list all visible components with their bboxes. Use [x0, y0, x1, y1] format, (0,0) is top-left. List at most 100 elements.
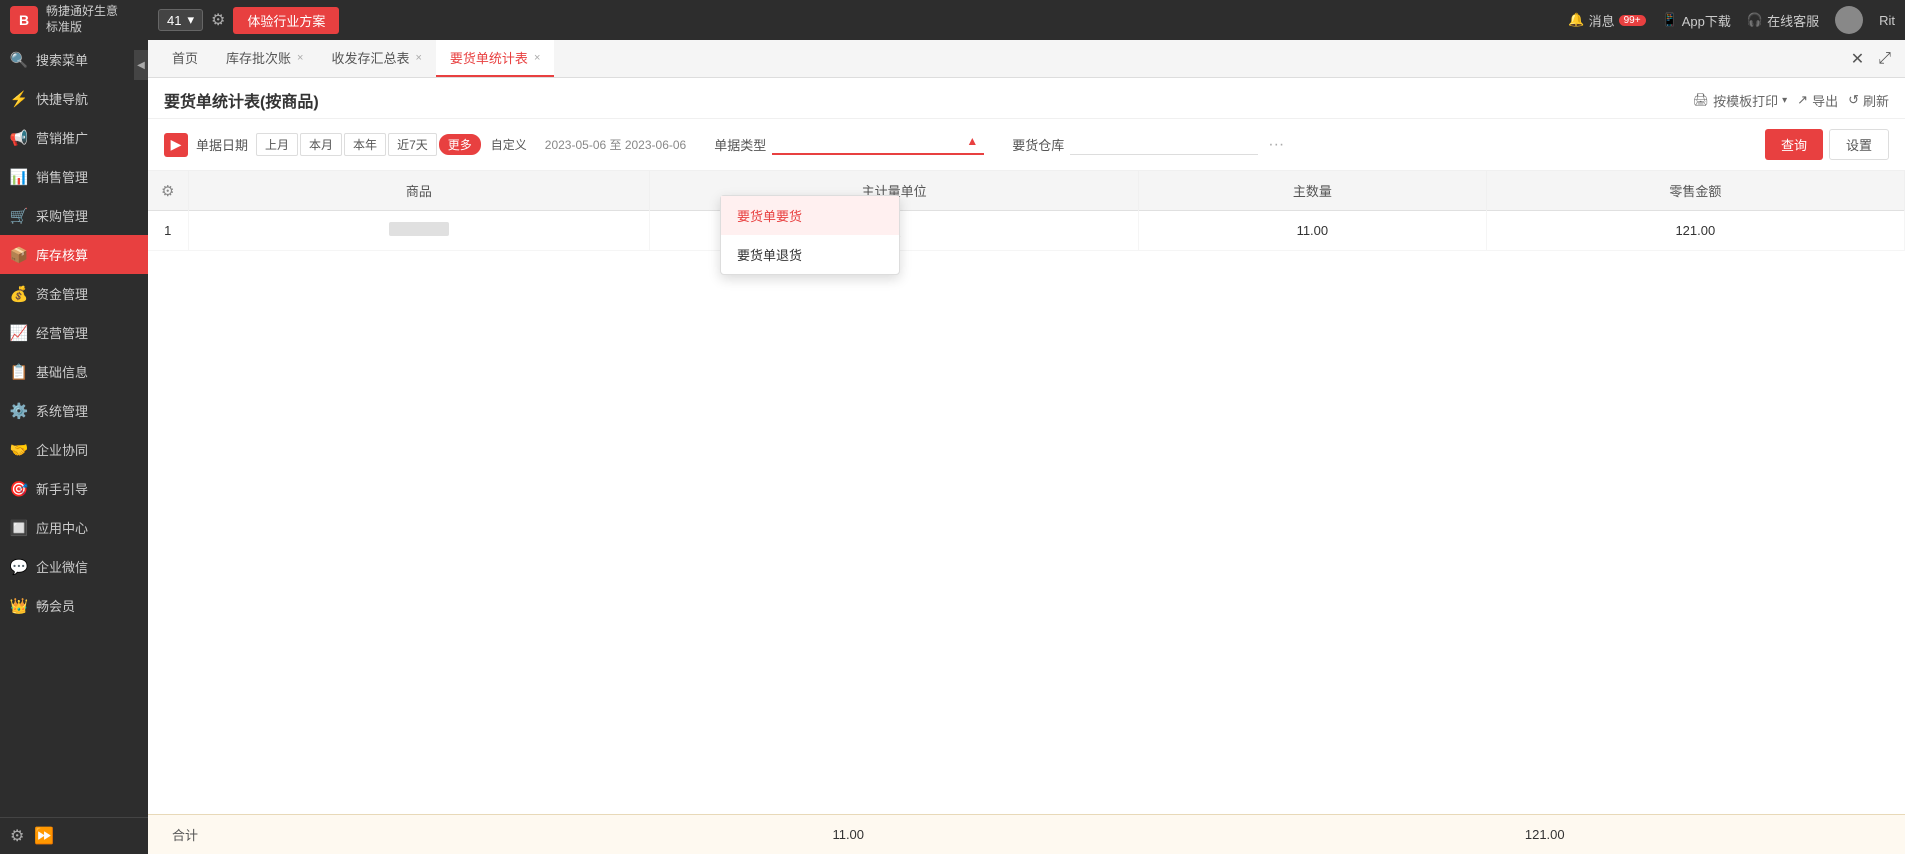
date-btn-last-month[interactable]: 上月: [256, 133, 298, 156]
sidebar-item-inventory[interactable]: 📦 库存核算: [0, 235, 148, 274]
sidebar-collapse-icon[interactable]: ⏩: [34, 826, 54, 846]
sidebar-item-quicknav[interactable]: ⚡ 快捷导航: [0, 79, 148, 118]
filter-expand-btn[interactable]: ▶: [164, 133, 188, 157]
app-download-btn[interactable]: 📱 App下载: [1662, 11, 1731, 30]
sidebar-item-enterprise[interactable]: 🤝 企业协同: [0, 430, 148, 469]
page-content: 要货单统计表(按商品) 🖨 按模板打印 ▾ ↗ 导出 ↺ 刷新: [148, 78, 1905, 854]
quicknav-icon: ⚡: [10, 90, 28, 108]
store-selector[interactable]: 41 ▾: [158, 9, 203, 31]
content-area: 首页 库存批次账 × 收发存汇总表 × 要货单统计表 × ✕ ⤢ 要: [148, 40, 1905, 854]
dropdown-item-order-goods[interactable]: 要货单要货: [721, 196, 899, 235]
column-settings-btn[interactable]: ⚙: [161, 182, 174, 200]
dropdown-item-order-return[interactable]: 要货单退货: [721, 235, 899, 274]
filter-settings-btn[interactable]: 设置: [1829, 129, 1889, 160]
sidebar-item-system[interactable]: ⚙️ 系统管理: [0, 391, 148, 430]
filter-date-buttons: 上月 本月 本年 近7天 更多 自定义: [256, 133, 535, 156]
sidebar-sales-label: 销售管理: [36, 167, 88, 186]
tab-bar-actions: ✕ ⤢: [1847, 47, 1895, 71]
date-btn-this-year[interactable]: 本年: [344, 133, 386, 156]
sidebar-search-label: 搜索菜单: [36, 50, 88, 69]
sidebar-item-sales[interactable]: 📊 销售管理: [0, 157, 148, 196]
page-actions: 🖨 按模板打印 ▾ ↗ 导出 ↺ 刷新: [1693, 91, 1889, 110]
header-middle: 41 ▾ ⚙ 体验行业方案: [158, 7, 1568, 34]
user-avatar[interactable]: [1835, 6, 1863, 34]
print-template-btn[interactable]: 🖨 按模板打印 ▾: [1693, 91, 1788, 110]
sidebar-item-finance[interactable]: 💰 资金管理: [0, 274, 148, 313]
tab-close-order-stats[interactable]: ×: [534, 52, 540, 64]
sidebar-guide-label: 新手引导: [36, 479, 88, 498]
system-icon: ⚙️: [10, 402, 28, 420]
app-download-label: App下载: [1682, 11, 1731, 30]
sidebar-item-basic[interactable]: 📋 基础信息: [0, 352, 148, 391]
print-icon: 🖨: [1693, 92, 1710, 108]
refresh-btn[interactable]: ↺ 刷新: [1848, 91, 1889, 110]
filter-bar: ▶ 单据日期 上月 本月 本年 近7天 更多 自定义 2023-05-06 至 …: [148, 119, 1905, 171]
headset-icon: 🎧: [1747, 12, 1763, 28]
sidebar-enterprise-label: 企业协同: [36, 440, 88, 459]
footer-amount: 121.00: [1495, 827, 1595, 842]
logo-name: 畅捷通好生意: [46, 4, 118, 20]
date-btn-more[interactable]: 更多: [439, 134, 481, 155]
th-amount: 零售金额: [1486, 171, 1904, 211]
sidebar-bottom: ⚙ ⏩: [0, 817, 148, 854]
export-icon: ↗: [1797, 92, 1808, 108]
guide-icon: 🎯: [10, 480, 28, 498]
tab-close-receive-summary[interactable]: ×: [415, 52, 421, 64]
warehouse-input[interactable]: [1070, 135, 1258, 155]
table-container: ⚙ 商品 主计量单位 主数量 零售金额 1: [148, 171, 1905, 814]
inventory-icon: 📦: [10, 246, 28, 264]
basic-icon: 📋: [10, 363, 28, 381]
th-product: 商品: [188, 171, 650, 211]
sidebar-item-member[interactable]: 👑 畅会员: [0, 586, 148, 625]
date-btn-custom[interactable]: 自定义: [483, 134, 535, 155]
type-label: 单据类型: [714, 135, 766, 154]
sidebar-item-wechat[interactable]: 💬 企业微信: [0, 547, 148, 586]
product-name-blurred: [389, 222, 449, 236]
type-input[interactable]: [772, 134, 984, 155]
tab-order-stats[interactable]: 要货单统计表 ×: [436, 40, 554, 77]
sidebar: ◀ 🔍 搜索菜单 ⚡ 快捷导航 📢 营销推广 📊 销售管理 🛒 采购管理 📦 库…: [0, 40, 148, 854]
footer-qty: 11.00: [798, 827, 898, 842]
top-header: B 畅捷通好生意 标准版 41 ▾ ⚙ 体验行业方案 🔔 消息 99+ 📱 Ap…: [0, 0, 1905, 40]
logo-area: B 畅捷通好生意 标准版: [10, 4, 158, 35]
tab-close-inventory-batch[interactable]: ×: [297, 52, 303, 64]
warehouse-more-icon[interactable]: ···: [1268, 136, 1284, 154]
sidebar-item-appcenter[interactable]: 🔲 应用中心: [0, 508, 148, 547]
notifications-label: 消息: [1589, 11, 1615, 30]
settings-icon[interactable]: ⚙: [211, 10, 225, 30]
sales-icon: 📊: [10, 168, 28, 186]
sidebar-quicknav-label: 快捷导航: [36, 89, 88, 108]
online-service-btn[interactable]: 🎧 在线客服: [1747, 11, 1819, 30]
member-icon: 👑: [10, 597, 28, 615]
sidebar-item-marketing[interactable]: 📢 营销推广: [0, 118, 148, 157]
tab-inventory-batch[interactable]: 库存批次账 ×: [212, 40, 317, 77]
logo-edition: 标准版: [46, 20, 118, 36]
query-btn[interactable]: 查询: [1765, 129, 1823, 160]
sidebar-collapse-btn[interactable]: ◀: [134, 50, 148, 80]
sidebar-item-business[interactable]: 📈 经营管理: [0, 313, 148, 352]
print-arrow-icon: ▾: [1782, 95, 1787, 106]
notifications-badge: 99+: [1619, 15, 1646, 26]
export-btn[interactable]: ↗ 导出: [1797, 91, 1838, 110]
sidebar-settings-icon[interactable]: ⚙: [10, 826, 24, 846]
online-service-label: 在线客服: [1767, 11, 1819, 30]
sidebar-item-purchase[interactable]: 🛒 采购管理: [0, 196, 148, 235]
sidebar-item-guide[interactable]: 🎯 新手引导: [0, 469, 148, 508]
logo-icon: B: [10, 6, 38, 34]
bell-icon: 🔔: [1568, 12, 1584, 28]
date-btn-last-7-days[interactable]: 近7天: [388, 133, 437, 156]
sidebar-item-search[interactable]: 🔍 搜索菜单: [0, 40, 148, 79]
notifications-btn[interactable]: 🔔 消息 99+: [1568, 11, 1645, 30]
tab-close-all-btn[interactable]: ✕: [1847, 47, 1868, 71]
filter-right-actions: 查询 设置: [1765, 129, 1889, 160]
tab-home[interactable]: 首页: [158, 40, 212, 77]
header-right: 🔔 消息 99+ 📱 App下载 🎧 在线客服 Rit: [1568, 6, 1895, 34]
tab-receive-summary[interactable]: 收发存汇总表 ×: [317, 40, 435, 77]
tab-expand-btn[interactable]: ⤢: [1874, 48, 1895, 70]
store-name: 41: [167, 13, 181, 28]
sidebar-wechat-label: 企业微信: [36, 557, 88, 576]
chevron-down-icon: ▾: [187, 12, 194, 28]
refresh-label: 刷新: [1863, 91, 1889, 110]
date-btn-this-month[interactable]: 本月: [300, 133, 342, 156]
industry-btn[interactable]: 体验行业方案: [233, 7, 339, 34]
